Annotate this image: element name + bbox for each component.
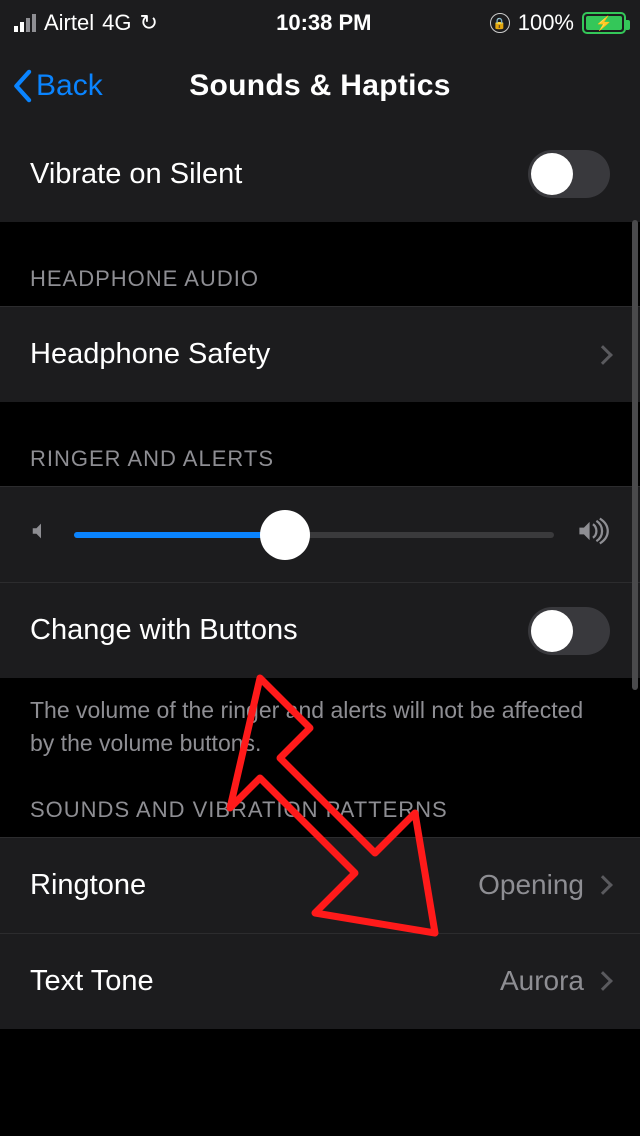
text-tone-value: Aurora	[500, 965, 584, 997]
battery-percent: 100%	[518, 10, 574, 36]
headphone-safety-row[interactable]: Headphone Safety	[0, 306, 640, 402]
headphone-audio-header: Headphone Audio	[0, 222, 640, 306]
change-with-buttons-row[interactable]: Change with Buttons	[0, 582, 640, 678]
chevron-left-icon	[12, 69, 32, 103]
ringer-footer-text: The volume of the ringer and alerts will…	[0, 678, 640, 769]
sync-icon: ↻	[139, 10, 157, 36]
change-with-buttons-toggle[interactable]	[528, 607, 610, 655]
chevron-right-icon	[593, 345, 613, 365]
vibrate-on-silent-toggle[interactable]	[528, 150, 610, 198]
scrollbar[interactable]	[632, 220, 638, 690]
back-button[interactable]: Back	[12, 69, 103, 103]
ringtone-label: Ringtone	[30, 869, 146, 902]
status-time: 10:38 PM	[276, 10, 371, 36]
ringer-alerts-header: Ringer and Alerts	[0, 402, 640, 486]
ringer-volume-slider[interactable]	[74, 532, 554, 538]
back-label: Back	[36, 69, 103, 103]
volume-high-icon	[576, 517, 610, 552]
vibrate-on-silent-row[interactable]: Vibrate on Silent	[0, 126, 640, 222]
carrier-label: Airtel	[44, 10, 94, 36]
sounds-patterns-header: Sounds and Vibration Patterns	[0, 769, 640, 837]
ringer-volume-row	[0, 486, 640, 582]
nav-bar: Back Sounds & Haptics	[0, 46, 640, 126]
vibrate-on-silent-label: Vibrate on Silent	[30, 158, 242, 191]
status-bar: Airtel 4G ↻ 10:38 PM 🔒 100% ⚡	[0, 0, 640, 46]
network-label: 4G	[102, 10, 131, 36]
text-tone-row[interactable]: Text Tone Aurora	[0, 933, 640, 1029]
ringtone-row[interactable]: Ringtone Opening	[0, 837, 640, 933]
chevron-right-icon	[593, 875, 613, 895]
change-with-buttons-label: Change with Buttons	[30, 614, 298, 647]
headphone-safety-label: Headphone Safety	[30, 338, 270, 371]
rotation-lock-icon: 🔒	[490, 13, 510, 33]
volume-low-icon	[30, 520, 52, 549]
chevron-right-icon	[593, 971, 613, 991]
signal-bars-icon	[14, 14, 36, 32]
battery-icon: ⚡	[582, 12, 626, 34]
status-right: 🔒 100% ⚡	[490, 10, 626, 36]
text-tone-label: Text Tone	[30, 965, 154, 998]
ringtone-value: Opening	[478, 869, 584, 901]
status-left: Airtel 4G ↻	[14, 10, 158, 36]
